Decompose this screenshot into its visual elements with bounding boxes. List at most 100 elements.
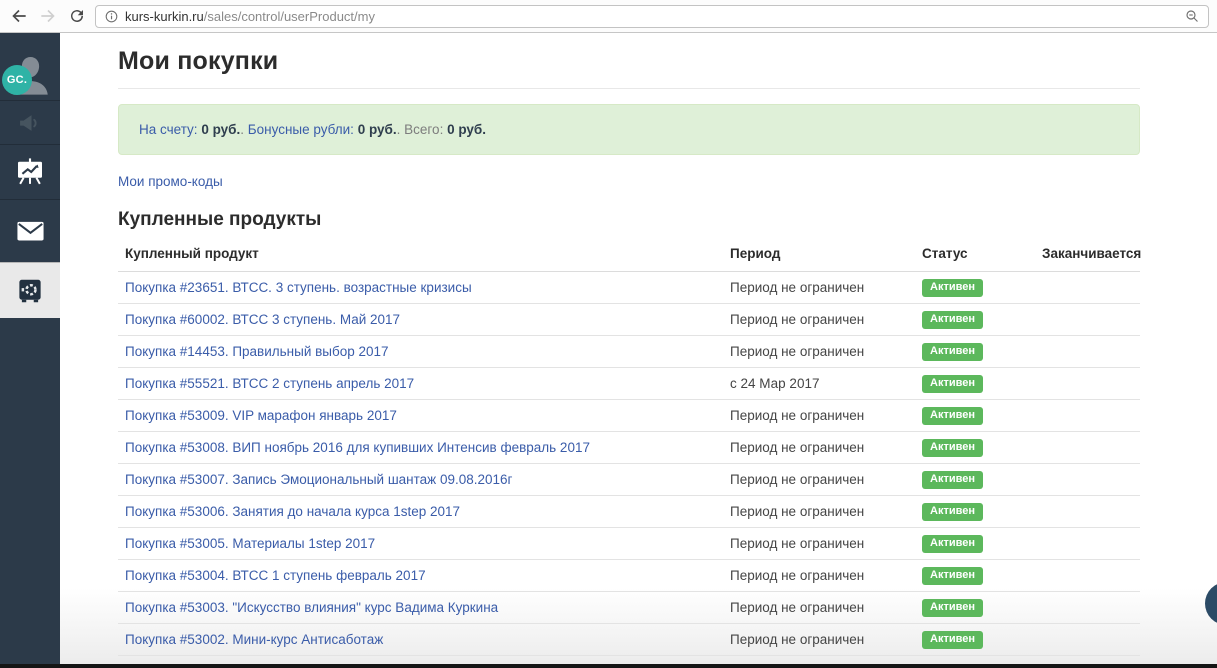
header-ends: Заканчивается <box>1035 241 1141 272</box>
product-link[interactable]: Покупка #53004. ВТСС 1 ступень февраль 2… <box>125 568 426 583</box>
total-label: Всего: <box>404 122 444 137</box>
url-text: kurs-kurkin.ru/sales/control/userProduct… <box>125 9 375 24</box>
product-link[interactable]: Покупка #53006. Занятия до начала курса … <box>125 504 460 519</box>
sidebar: GC. <box>0 33 60 664</box>
sidebar-item-messages[interactable] <box>0 199 60 262</box>
product-link[interactable]: Покупка #53003. "Искусство влияния" курс… <box>125 600 498 615</box>
table-row: Покупка #53002. Мини-курс Антисаботаж Пе… <box>118 623 1140 656</box>
main-content: Мои покупки На счету: 0 руб.. Бонусные р… <box>60 33 1217 664</box>
account-balance-link[interactable]: На счету: <box>139 122 198 137</box>
ends-cell <box>1035 463 1140 496</box>
megaphone-icon <box>20 114 37 131</box>
forward-button[interactable] <box>37 5 59 27</box>
status-badge: Активен <box>922 471 983 489</box>
product-link[interactable]: Покупка #53007. Запись Эмоциональный шан… <box>125 472 512 487</box>
table-row: Покупка #53007. Запись Эмоциональный шан… <box>118 463 1140 496</box>
table-row: Покупка #55521. ВТСС 2 ступень апрель 20… <box>118 367 1140 400</box>
status-badge: Активен <box>922 631 983 649</box>
ends-cell <box>1035 367 1140 400</box>
period-cell: Период не ограничен <box>723 559 915 592</box>
back-arrow-icon <box>12 9 26 23</box>
account-balance-value: 0 руб. <box>201 122 241 137</box>
url-host: kurs-kurkin.ru <box>125 8 204 24</box>
table-header-row: Купленный продукт Период Статус Заканчив… <box>118 241 1141 272</box>
page-title: Мои покупки <box>118 47 279 75</box>
browser-toolbar: kurs-kurkin.ru/sales/control/userProduct… <box>0 0 1217 33</box>
period-cell: Период не ограничен <box>723 623 915 656</box>
back-button[interactable] <box>8 5 30 27</box>
bonus-rubles-link[interactable]: Бонусные рубли: <box>248 122 354 137</box>
header-product: Купленный продукт <box>118 241 723 272</box>
status-badge: Активен <box>922 279 983 297</box>
table-row: Покупка #53003. "Искусство влияния" курс… <box>118 591 1140 624</box>
sidebar-item-announcements[interactable] <box>0 100 60 144</box>
balance-banner: На счету: 0 руб.. Бонусные рубли: 0 руб.… <box>118 104 1140 155</box>
bonus-rubles-value: 0 руб. <box>357 122 397 137</box>
promo-codes-link[interactable]: Мои промо-коды <box>118 174 223 189</box>
ends-cell <box>1035 559 1140 592</box>
table-row: Покупка #53004. ВТСС 1 ступень февраль 2… <box>118 559 1140 592</box>
ends-cell <box>1035 303 1140 336</box>
table-row: Покупка #14453. Правильный выбор 2017 Пе… <box>118 335 1140 368</box>
page-zoom-icon[interactable] <box>1184 8 1200 24</box>
period-cell: Период не ограничен <box>723 527 915 560</box>
product-link[interactable]: Покупка #53002. Мини-курс Антисаботаж <box>125 632 383 647</box>
envelope-icon <box>16 221 44 240</box>
status-badge: Активен <box>922 503 983 521</box>
ends-cell <box>1035 495 1140 528</box>
reload-icon <box>71 10 84 23</box>
ends-cell <box>1035 399 1140 432</box>
status-badge: Активен <box>922 407 983 425</box>
table-row: Покупка #53009. VIP марафон январь 2017 … <box>118 399 1140 432</box>
site-info-icon[interactable] <box>104 9 119 24</box>
sidebar-item-trainings[interactable] <box>0 144 60 199</box>
period-cell: Период не ограничен <box>723 399 915 432</box>
sidebar-item-profile[interactable]: GC. <box>0 33 60 100</box>
url-path: /sales/control/userProduct/my <box>203 8 375 24</box>
header-status: Статус <box>915 241 1035 272</box>
separator: . <box>240 122 245 137</box>
ends-cell <box>1035 591 1140 624</box>
ends-cell <box>1035 335 1140 368</box>
product-link[interactable]: Покупка #55521. ВТСС 2 ступень апрель 20… <box>125 376 414 391</box>
product-link[interactable]: Покупка #53005. Материалы 1step 2017 <box>125 536 375 551</box>
table-row: Покупка #53008. ВИП ноябрь 2016 для купи… <box>118 431 1140 464</box>
period-cell: Период не ограничен <box>723 495 915 528</box>
total-value: 0 руб. <box>447 122 487 137</box>
status-badge: Активен <box>922 343 983 361</box>
avatar-badge: GC. <box>2 65 32 95</box>
product-link[interactable]: Покупка #53009. VIP марафон январь 2017 <box>125 408 397 423</box>
product-link[interactable]: Покупка #60002. ВТСС 3 ступень. Май 2017 <box>125 312 400 327</box>
section-title: Купленные продукты <box>118 209 322 230</box>
safe-icon <box>19 279 41 302</box>
status-badge: Активен <box>922 599 983 617</box>
presentation-chart-icon <box>18 158 42 185</box>
period-cell: Период не ограничен <box>723 335 915 368</box>
status-badge: Активен <box>922 375 983 393</box>
ends-cell <box>1035 431 1140 464</box>
status-badge: Активен <box>922 535 983 553</box>
table-row: Покупка #53005. Материалы 1step 2017 Пер… <box>118 527 1140 560</box>
reload-button[interactable] <box>66 5 88 27</box>
address-bar[interactable]: kurs-kurkin.ru/sales/control/userProduct… <box>95 4 1209 28</box>
period-cell: Период не ограничен <box>723 431 915 464</box>
purchases-table: Купленный продукт Период Статус Заканчив… <box>118 241 1141 656</box>
header-period: Период <box>723 241 915 272</box>
footer-edge <box>0 664 1217 668</box>
period-cell: Период не ограничен <box>723 591 915 624</box>
product-link[interactable]: Покупка #53008. ВИП ноябрь 2016 для купи… <box>125 440 590 455</box>
product-link[interactable]: Покупка #14453. Правильный выбор 2017 <box>125 344 389 359</box>
table-row: Покупка #23651. ВТСС. 3 ступень. возраст… <box>118 271 1140 304</box>
sidebar-item-purchases[interactable] <box>0 262 60 318</box>
table-row: Покупка #60002. ВТСС 3 ступень. Май 2017… <box>118 303 1140 336</box>
period-cell: Период не ограничен <box>723 303 915 336</box>
forward-arrow-icon <box>41 9 55 23</box>
ends-cell <box>1035 527 1140 560</box>
status-badge: Активен <box>922 439 983 457</box>
ends-cell <box>1035 623 1140 656</box>
ends-cell <box>1035 271 1140 304</box>
product-link[interactable]: Покупка #23651. ВТСС. 3 ступень. возраст… <box>125 280 472 295</box>
status-badge: Активен <box>922 311 983 329</box>
title-divider <box>118 88 1140 89</box>
table-row: Покупка #53006. Занятия до начала курса … <box>118 495 1140 528</box>
